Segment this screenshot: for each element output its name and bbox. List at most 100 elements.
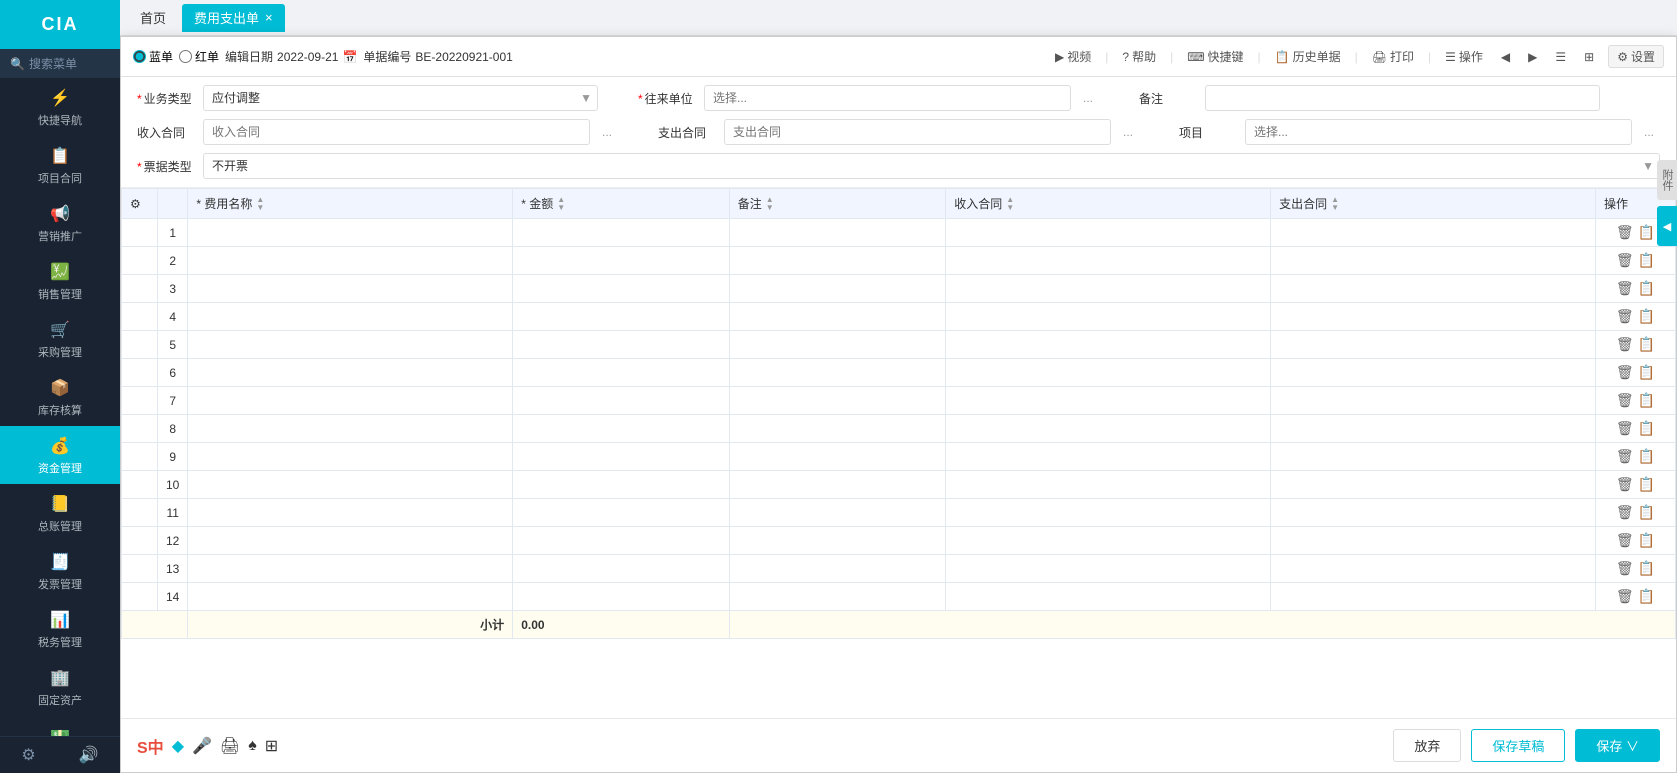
copy-row-btn-3[interactable]: 📋 [1638, 280, 1655, 297]
row-expense-5[interactable] [1271, 331, 1596, 359]
row-note-12[interactable] [729, 527, 946, 555]
row-amount-13[interactable] [513, 555, 730, 583]
row-note-10[interactable] [729, 471, 946, 499]
sort-name-icon[interactable]: ▲▼ [256, 196, 264, 212]
delete-row-btn-3[interactable]: 🗑 [1616, 280, 1634, 297]
delete-row-btn-13[interactable]: 🗑 [1616, 560, 1634, 577]
row-amount-3[interactable] [513, 275, 730, 303]
business-type-select[interactable]: 应付调整 [203, 85, 598, 111]
delete-row-btn-10[interactable]: 🗑 [1616, 476, 1634, 493]
row-note-11[interactable] [729, 499, 946, 527]
row-amount-8[interactable] [513, 415, 730, 443]
row-note-13[interactable] [729, 555, 946, 583]
sort-income-icon[interactable]: ▲▼ [1006, 196, 1014, 212]
row-income-9[interactable] [946, 443, 1271, 471]
sidebar-search[interactable]: 🔍 搜索菜单 [0, 49, 120, 78]
delete-row-btn-7[interactable]: 🗑 [1616, 392, 1634, 409]
date-value[interactable]: 2022-09-21 [277, 50, 338, 64]
video-btn[interactable]: ▶ 视频 [1051, 46, 1095, 67]
tab-home[interactable]: 首页 [128, 4, 178, 32]
copy-row-btn-1[interactable]: 📋 [1638, 224, 1655, 241]
row-amount-6[interactable] [513, 359, 730, 387]
sidebar-item-marketing[interactable]: 📢 营销推广 [0, 194, 120, 252]
delete-row-btn-12[interactable]: 🗑 [1616, 532, 1634, 549]
setting-button[interactable]: ⚙ 设置 [1608, 45, 1664, 68]
delete-row-btn-9[interactable]: 🗑 [1616, 448, 1634, 465]
row-expense-3[interactable] [1271, 275, 1596, 303]
sidebar-item-payroll[interactable]: 💵 工资 [0, 716, 120, 736]
row-name-11[interactable] [188, 499, 513, 527]
delete-row-btn-8[interactable]: 🗑 [1616, 420, 1634, 437]
project-input[interactable] [1245, 119, 1632, 145]
sidebar-item-quick-nav[interactable]: ⚡ 快捷导航 [0, 78, 120, 136]
row-note-14[interactable] [729, 583, 946, 611]
income-contract-input[interactable] [203, 119, 590, 145]
table-wrap[interactable]: ⚙ * 费用名称 ▲▼ * 金额 ▲▼ [121, 188, 1676, 718]
radio-blue[interactable]: 蓝单 [133, 48, 173, 65]
row-income-6[interactable] [946, 359, 1271, 387]
row-income-3[interactable] [946, 275, 1271, 303]
row-income-2[interactable] [946, 247, 1271, 275]
sort-note-icon[interactable]: ▲▼ [766, 196, 774, 212]
footer-icon-spade[interactable]: ♠ [248, 737, 257, 755]
print-btn[interactable]: 🖨 打印 [1368, 46, 1418, 67]
next-btn[interactable]: ▶ [1524, 48, 1541, 66]
row-name-2[interactable] [188, 247, 513, 275]
delete-row-btn-14[interactable]: 🗑 [1616, 588, 1634, 605]
operation-btn[interactable]: ☰ 操作 [1441, 46, 1487, 67]
copy-row-btn-10[interactable]: 📋 [1638, 476, 1655, 493]
row-expense-14[interactable] [1271, 583, 1596, 611]
copy-row-btn-14[interactable]: 📋 [1638, 588, 1655, 605]
th-amount[interactable]: * 金额 ▲▼ [513, 189, 730, 219]
row-expense-11[interactable] [1271, 499, 1596, 527]
save-button[interactable]: 保存 ∨ [1575, 729, 1660, 762]
income-contract-dots[interactable]: ... [596, 125, 618, 139]
footer-icon-print[interactable]: 🖨 [220, 736, 240, 756]
sidebar-item-fixed-assets[interactable]: 🏢 固定资产 [0, 658, 120, 716]
sidebar-item-capital[interactable]: 💰 资金管理 [0, 426, 120, 484]
footer-icon-grid[interactable]: ⊞ [265, 736, 278, 756]
row-income-4[interactable] [946, 303, 1271, 331]
save-draft-button[interactable]: 保存草稿 [1471, 729, 1565, 762]
row-expense-1[interactable] [1271, 219, 1596, 247]
tab-expense[interactable]: 费用支出单 × [182, 4, 285, 32]
copy-row-btn-7[interactable]: 📋 [1638, 392, 1655, 409]
row-name-5[interactable] [188, 331, 513, 359]
copy-row-btn-13[interactable]: 📋 [1638, 560, 1655, 577]
volume-icon[interactable]: 🔊 [79, 745, 99, 765]
row-name-6[interactable] [188, 359, 513, 387]
row-name-10[interactable] [188, 471, 513, 499]
row-name-3[interactable] [188, 275, 513, 303]
expense-contract-input[interactable] [724, 119, 1111, 145]
row-income-5[interactable] [946, 331, 1271, 359]
sidebar-item-tax[interactable]: 📊 税务管理 [0, 600, 120, 658]
invoice-type-select[interactable]: 不开票 [203, 153, 1660, 179]
row-name-14[interactable] [188, 583, 513, 611]
delete-row-btn-5[interactable]: 🗑 [1616, 336, 1634, 353]
row-income-11[interactable] [946, 499, 1271, 527]
th-income-contract[interactable]: 收入合同 ▲▼ [946, 189, 1271, 219]
shortcut-btn[interactable]: ⌨ 快捷键 [1183, 46, 1247, 67]
th-note[interactable]: 备注 ▲▼ [729, 189, 946, 219]
row-amount-11[interactable] [513, 499, 730, 527]
row-note-4[interactable] [729, 303, 946, 331]
row-name-13[interactable] [188, 555, 513, 583]
copy-row-btn-12[interactable]: 📋 [1638, 532, 1655, 549]
copy-row-btn-6[interactable]: 📋 [1638, 364, 1655, 381]
row-expense-7[interactable] [1271, 387, 1596, 415]
row-note-1[interactable] [729, 219, 946, 247]
row-name-7[interactable] [188, 387, 513, 415]
copy-row-btn-8[interactable]: 📋 [1638, 420, 1655, 437]
delete-row-btn-2[interactable]: 🗑 [1616, 252, 1634, 269]
row-expense-8[interactable] [1271, 415, 1596, 443]
row-income-10[interactable] [946, 471, 1271, 499]
row-note-2[interactable] [729, 247, 946, 275]
copy-row-btn-5[interactable]: 📋 [1638, 336, 1655, 353]
th-expense-contract[interactable]: 支出合同 ▲▼ [1271, 189, 1596, 219]
prev-btn[interactable]: ◀ [1497, 48, 1514, 66]
footer-icon-1[interactable]: S中 [137, 734, 164, 758]
row-income-12[interactable] [946, 527, 1271, 555]
row-expense-10[interactable] [1271, 471, 1596, 499]
delete-row-btn-4[interactable]: 🗑 [1616, 308, 1634, 325]
row-note-5[interactable] [729, 331, 946, 359]
